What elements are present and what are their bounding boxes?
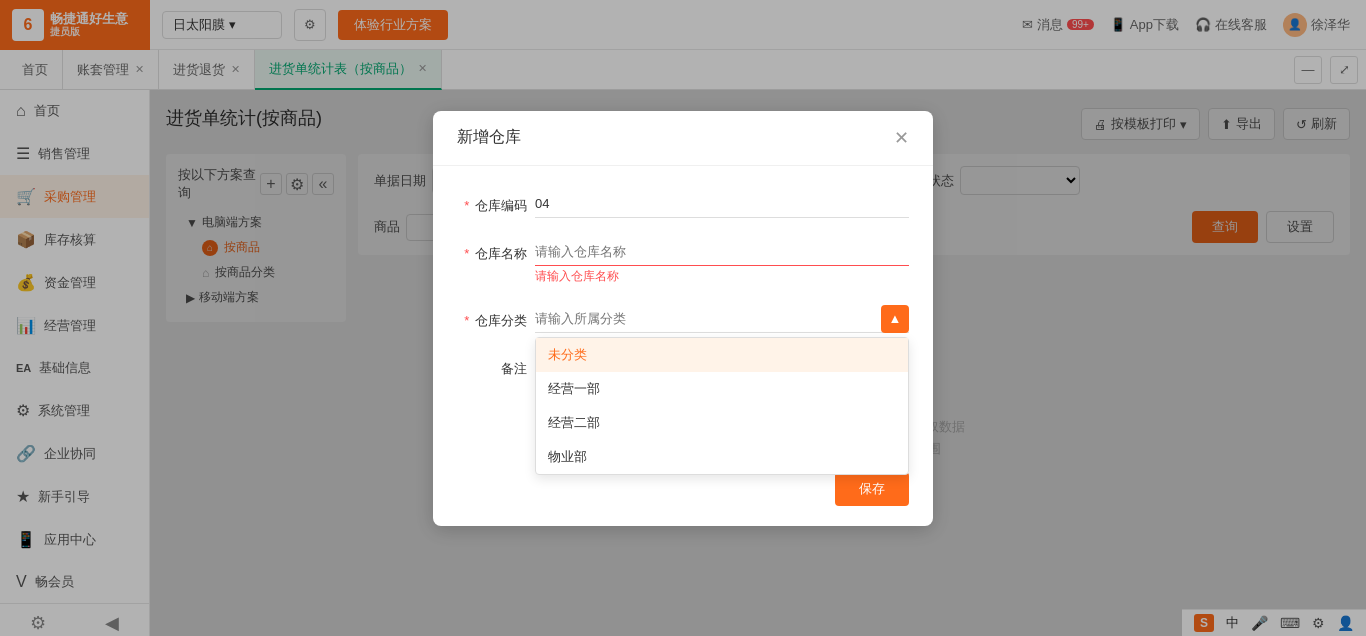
modal-overlay: 新增仓库 ✕ * 仓库编码 * 仓库名称	[0, 0, 1366, 636]
warehouse-category-label: * 仓库分类	[457, 305, 527, 330]
category-dropdown-list: 未分类 经营一部 经营二部 物业部	[535, 337, 909, 475]
warehouse-code-label: * 仓库编码	[457, 190, 527, 215]
warehouse-name-label: * 仓库名称	[457, 238, 527, 263]
modal-close-button[interactable]: ✕	[894, 127, 909, 149]
warehouse-category-input[interactable]	[535, 305, 909, 333]
warehouse-category-wrap: ▲ 未分类 经营一部 经营二部 物业部	[535, 305, 909, 333]
dropdown-item-property[interactable]: 物业部	[536, 440, 908, 474]
modal-title: 新增仓库	[457, 127, 521, 148]
warehouse-category-row: * 仓库分类 ▲ 未分类 经营一部	[457, 305, 909, 333]
modal-header: 新增仓库 ✕	[433, 111, 933, 166]
warehouse-code-input[interactable]	[535, 190, 909, 218]
modal-save-button[interactable]: 保存	[835, 472, 909, 506]
remark-label: 备注	[457, 353, 527, 378]
warehouse-name-row: * 仓库名称 请输入仓库名称	[457, 238, 909, 285]
warehouse-name-error: 请输入仓库名称	[535, 268, 909, 285]
dropdown-item-dept2[interactable]: 经营二部	[536, 406, 908, 440]
dropdown-item-dept1[interactable]: 经营一部	[536, 372, 908, 406]
warehouse-code-row: * 仓库编码	[457, 190, 909, 218]
chevron-up-icon: ▲	[889, 311, 902, 326]
warehouse-name-wrap: 请输入仓库名称	[535, 238, 909, 285]
dropdown-item-unclassified[interactable]: 未分类	[536, 338, 908, 372]
warehouse-code-wrap	[535, 190, 909, 218]
warehouse-name-input[interactable]	[535, 238, 909, 266]
add-warehouse-modal: 新增仓库 ✕ * 仓库编码 * 仓库名称	[433, 111, 933, 526]
category-dropdown-toggle[interactable]: ▲	[881, 305, 909, 333]
modal-body: * 仓库编码 * 仓库名称 请输入仓库名称	[433, 166, 933, 460]
